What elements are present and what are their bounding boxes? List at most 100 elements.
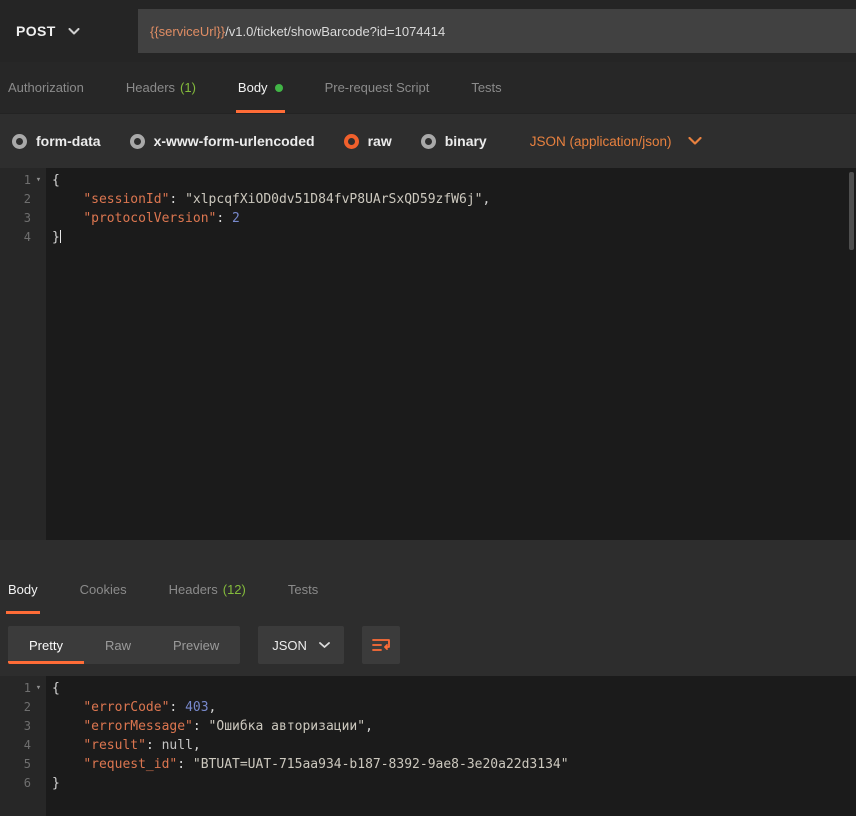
radio-icon[interactable] — [129, 133, 145, 149]
json-number: 403 — [185, 700, 209, 715]
tab-label: Body — [8, 581, 38, 597]
tab-label: Tests — [287, 581, 319, 597]
gutter: 3 — [0, 209, 46, 228]
raw-button[interactable]: Raw — [84, 626, 152, 664]
code-line: 3 "protocolVersion": 2 — [0, 209, 856, 228]
tab-label: Tests — [471, 80, 502, 95]
json-brace: { — [52, 173, 60, 188]
json-brace: { — [52, 681, 60, 696]
response-tabs: Body Cookies Headers (12) Tests — [0, 564, 856, 614]
tab-body[interactable]: Body — [235, 62, 285, 113]
url-input[interactable]: {{serviceUrl}}/v1.0/ticket/showBarcode?i… — [138, 9, 856, 53]
json-string: "Ошибка авторизации" — [208, 719, 366, 734]
tab-tests[interactable]: Tests — [471, 62, 501, 113]
url-variable: {{serviceUrl}} — [150, 23, 226, 39]
gutter: 3 — [0, 717, 46, 736]
body-modified-dot-icon — [274, 83, 283, 92]
json-number: 2 — [232, 211, 240, 226]
json-comma: , — [482, 192, 491, 207]
chevron-down-icon — [68, 27, 80, 34]
code-text: "result": null, — [46, 736, 201, 755]
pretty-button[interactable]: Pretty — [8, 626, 84, 664]
json-comma: , — [208, 700, 217, 715]
body-type-label: x-www-form-urlencoded — [153, 133, 315, 149]
fold-caret-icon[interactable]: ▾ — [31, 679, 46, 698]
response-tab-body[interactable]: Body — [6, 564, 40, 614]
text-cursor — [59, 230, 61, 243]
json-string: "xlpcqfXiOD0dv51D84fvP8UArSxQD59zfW6j" — [185, 192, 483, 207]
postman-window: POST {{serviceUrl}}/v1.0/ticket/showBarc… — [0, 0, 856, 816]
code-text: { — [46, 171, 60, 190]
tab-headers[interactable]: Headers (1) — [126, 62, 196, 113]
line-number: 1 — [23, 173, 31, 187]
radio-icon[interactable] — [12, 133, 27, 149]
json-colon: : — [145, 738, 162, 753]
tab-authorization[interactable]: Authorization — [8, 62, 84, 113]
response-toolbar: Pretty Raw Preview JSON — [8, 626, 856, 664]
code-text: "sessionId": "xlpcqfXiOD0dv51D84fvP8UArS… — [46, 190, 490, 209]
button-label: Pretty — [29, 637, 63, 653]
code-text: "errorCode": 403, — [46, 698, 216, 717]
button-label: Raw — [104, 637, 131, 653]
gutter: 1 ▾ — [0, 679, 46, 698]
json-key: "result" — [83, 738, 146, 753]
radio-icon[interactable] — [420, 133, 436, 149]
tab-label: Headers — [125, 80, 176, 95]
code-line: 1 ▾ { — [0, 679, 856, 698]
gutter: 2 — [0, 190, 46, 209]
line-number: 3 — [23, 211, 31, 225]
code-line: 4 } — [0, 228, 856, 247]
chevron-down-icon — [687, 137, 702, 145]
request-body-editor[interactable]: 1 ▾ { 2 "sessionId": "xlpcqfXiOD0dv51D84… — [0, 168, 856, 540]
method-select[interactable]: POST — [0, 23, 138, 39]
scrollbar-thumb[interactable] — [849, 172, 854, 250]
tab-label: Pre-request Script — [324, 80, 430, 95]
gutter: 4 — [0, 736, 46, 755]
json-comma: , — [192, 738, 201, 753]
tab-label: Headers — [168, 581, 218, 597]
code-line: 2 "errorCode": 403, — [0, 698, 856, 717]
code-line: 2 "sessionId": "xlpcqfXiOD0dv51D84fvP8UA… — [0, 190, 856, 209]
tab-label: Authorization — [8, 80, 84, 95]
json-null: null — [161, 738, 193, 753]
line-number: 2 — [23, 192, 31, 206]
wrap-text-button[interactable] — [361, 626, 400, 664]
response-view-switch: Pretty Raw Preview — [8, 626, 241, 664]
json-key: "protocolVersion" — [83, 211, 217, 226]
body-type-urlencoded[interactable]: x-www-form-urlencoded — [129, 133, 315, 149]
response-tab-tests[interactable]: Tests — [288, 564, 318, 614]
response-tab-headers[interactable]: Headers (12) — [169, 564, 246, 614]
body-type-binary[interactable]: binary — [420, 133, 487, 149]
radio-selected-icon[interactable] — [343, 133, 359, 149]
response-format-select[interactable]: JSON — [258, 626, 344, 664]
line-number: 5 — [23, 757, 31, 771]
response-body-viewer[interactable]: 1 ▾ { 2 "errorCode": 403, 3 "errorMessag… — [0, 676, 856, 816]
code-line: 3 "errorMessage": "Ошибка авторизации", — [0, 717, 856, 736]
body-type-form-data[interactable]: form-data — [12, 133, 101, 149]
response-tab-cookies[interactable]: Cookies — [80, 564, 127, 614]
line-number: 6 — [23, 776, 31, 790]
tab-pre-request-script[interactable]: Pre-request Script — [325, 62, 430, 113]
content-type-label: JSON (application/json) — [529, 133, 672, 149]
code-text: "protocolVersion": 2 — [46, 209, 240, 228]
chevron-down-icon — [319, 642, 330, 648]
headers-count-badge: (1) — [180, 80, 196, 95]
json-key: "request_id" — [83, 757, 178, 772]
content-type-select[interactable]: JSON (application/json) — [530, 134, 702, 149]
code-text: "request_id": "BTUAT=UAT-715aa934-b187-8… — [46, 755, 569, 774]
json-string: "BTUAT=UAT-715aa934-b187-8392-9ae8-3e20a… — [192, 757, 569, 772]
fold-caret-icon[interactable]: ▾ — [31, 171, 46, 190]
response-headers-count-badge: (12) — [222, 581, 246, 597]
line-number: 4 — [23, 230, 31, 244]
code-line: 5 "request_id": "BTUAT=UAT-715aa934-b187… — [0, 755, 856, 774]
preview-button[interactable]: Preview — [152, 626, 240, 664]
line-number: 1 — [23, 681, 31, 695]
code-line: 6 } — [0, 774, 856, 793]
request-tabs: Authorization Headers (1) Body Pre-reque… — [0, 62, 856, 114]
body-type-raw[interactable]: raw — [343, 133, 392, 149]
gutter: 6 — [0, 774, 46, 793]
json-brace: } — [52, 230, 60, 245]
